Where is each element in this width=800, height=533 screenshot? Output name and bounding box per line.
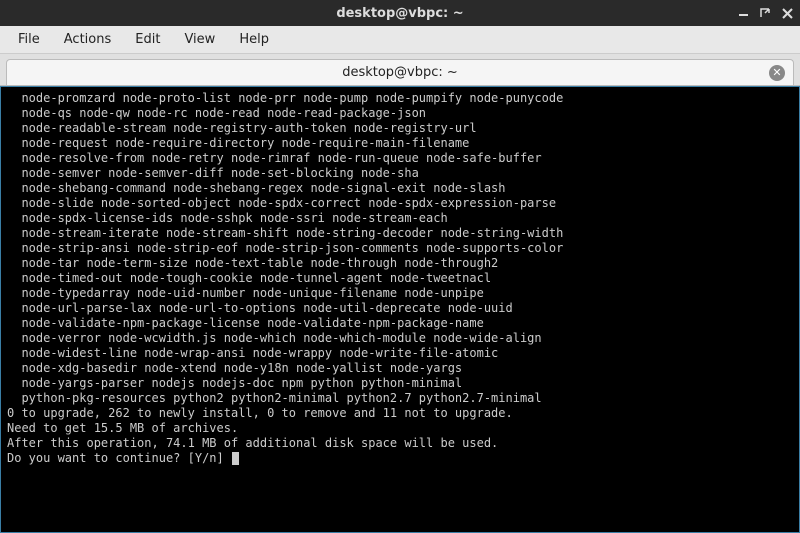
menubar: File Actions Edit View Help — [0, 26, 800, 54]
menu-file[interactable]: File — [8, 28, 50, 51]
maximize-button[interactable] — [758, 6, 772, 20]
terminal-line: Need to get 15.5 MB of archives. — [7, 421, 793, 436]
window-controls — [736, 0, 794, 26]
menu-edit[interactable]: Edit — [125, 28, 170, 51]
terminal-line: node-request node-require-directory node… — [7, 136, 793, 151]
terminal-line: python-pkg-resources python2 python2-min… — [7, 391, 793, 406]
terminal-output[interactable]: node-promzard node-proto-list node-prr n… — [0, 86, 800, 533]
window-title: desktop@vbpc: ~ — [336, 6, 463, 21]
terminal-tab[interactable]: desktop@vbpc: ~ ✕ — [6, 59, 794, 85]
terminal-cursor — [232, 452, 239, 465]
terminal-line: node-resolve-from node-retry node-rimraf… — [7, 151, 793, 166]
terminal-line: Do you want to continue? [Y/n] — [7, 451, 793, 466]
tabbar: desktop@vbpc: ~ ✕ — [0, 54, 800, 86]
terminal-line: node-shebang-command node-shebang-regex … — [7, 181, 793, 196]
terminal-line: node-semver node-semver-diff node-set-bl… — [7, 166, 793, 181]
tab-label: desktop@vbpc: ~ — [342, 65, 458, 80]
terminal-line: node-xdg-basedir node-xtend node-y18n no… — [7, 361, 793, 376]
terminal-line: 0 to upgrade, 262 to newly install, 0 to… — [7, 406, 793, 421]
terminal-line: node-widest-line node-wrap-ansi node-wra… — [7, 346, 793, 361]
close-icon[interactable]: ✕ — [769, 65, 785, 81]
minimize-button[interactable] — [736, 6, 750, 20]
terminal-line: node-qs node-qw node-rc node-read node-r… — [7, 106, 793, 121]
terminal-line: node-timed-out node-tough-cookie node-tu… — [7, 271, 793, 286]
terminal-line: node-readable-stream node-registry-auth-… — [7, 121, 793, 136]
window-titlebar: desktop@vbpc: ~ — [0, 0, 800, 26]
terminal-line: node-spdx-license-ids node-sshpk node-ss… — [7, 211, 793, 226]
menu-actions[interactable]: Actions — [54, 28, 122, 51]
terminal-line: node-promzard node-proto-list node-prr n… — [7, 91, 793, 106]
close-button[interactable] — [780, 6, 794, 20]
terminal-line: node-strip-ansi node-strip-eof node-stri… — [7, 241, 793, 256]
terminal-line: node-verror node-wcwidth.js node-which n… — [7, 331, 793, 346]
menu-view[interactable]: View — [174, 28, 225, 51]
terminal-line: node-tar node-term-size node-text-table … — [7, 256, 793, 271]
menu-help[interactable]: Help — [229, 28, 279, 51]
terminal-line: node-yargs-parser nodejs nodejs-doc npm … — [7, 376, 793, 391]
terminal-line: After this operation, 74.1 MB of additio… — [7, 436, 793, 451]
terminal-line: node-validate-npm-package-license node-v… — [7, 316, 793, 331]
terminal-line: node-typedarray node-uid-number node-uni… — [7, 286, 793, 301]
terminal-line: node-url-parse-lax node-url-to-options n… — [7, 301, 793, 316]
terminal-line: node-slide node-sorted-object node-spdx-… — [7, 196, 793, 211]
terminal-line: node-stream-iterate node-stream-shift no… — [7, 226, 793, 241]
